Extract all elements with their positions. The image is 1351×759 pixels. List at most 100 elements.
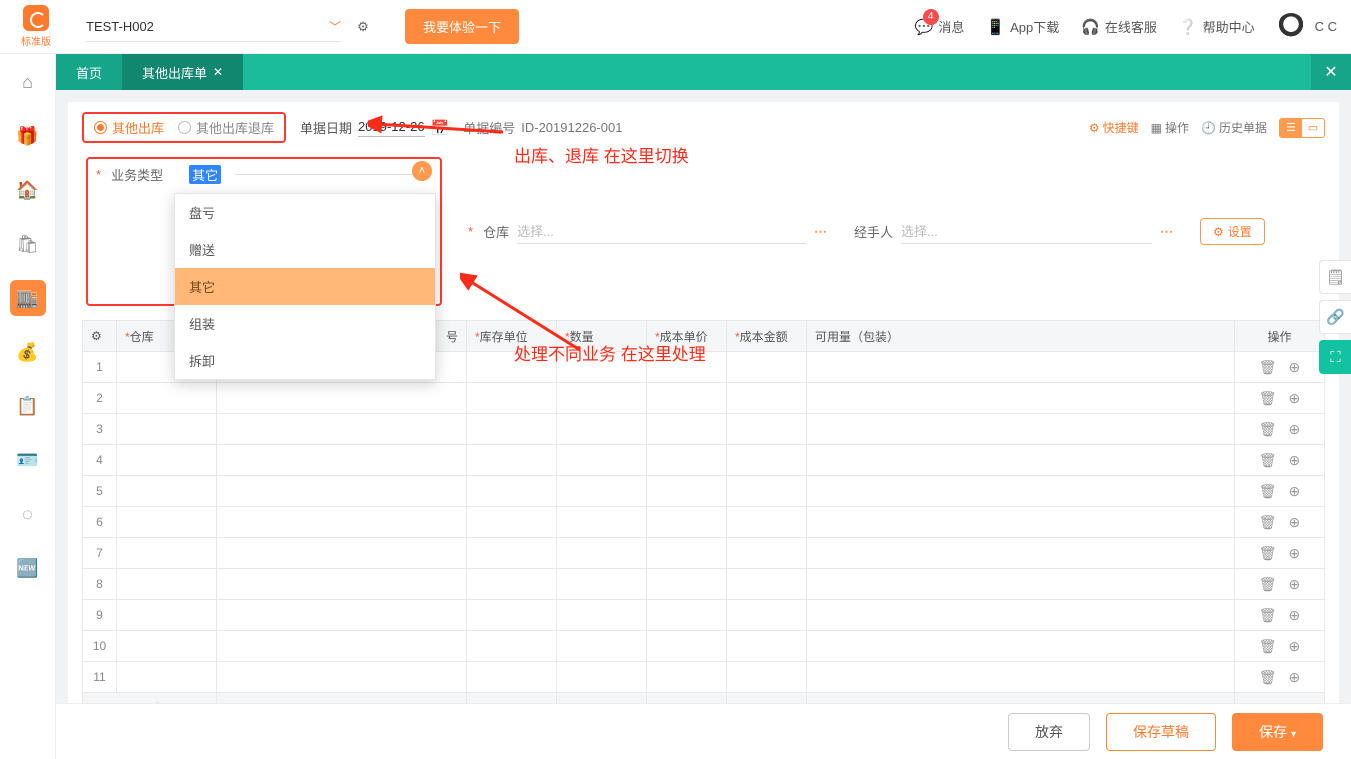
calendar-icon[interactable]: 📅	[431, 119, 450, 137]
delete-icon[interactable]: 🗑	[1259, 390, 1277, 407]
grid-gear-header[interactable]: ⚙	[83, 321, 117, 352]
add-row-icon[interactable]: ⊕	[1289, 483, 1301, 500]
required-mark: *	[96, 167, 101, 182]
table-row[interactable]: 3🗑⊕	[83, 414, 1325, 445]
dock-id[interactable]: 🪪	[10, 442, 46, 478]
top-header: 标准版 TEST-H002 ﹀ ⚙ 我要体验一下 💬 消息 4 📱 App下载 …	[0, 0, 1351, 54]
out-return-radio-group: 其他出库 其他出库退库	[82, 112, 286, 143]
table-row[interactable]: 7🗑⊕	[83, 538, 1325, 569]
settings-button[interactable]: ⚙ 设置	[1200, 218, 1265, 245]
add-row-icon[interactable]: ⊕	[1289, 669, 1301, 686]
add-row-icon[interactable]: ⊕	[1289, 638, 1301, 655]
handler-field[interactable]: 经手人 ⋯	[854, 220, 1174, 244]
close-all-tabs[interactable]: ✕	[1311, 54, 1351, 90]
dock-money[interactable]: 💰	[10, 334, 46, 370]
warehouse-field[interactable]: * 仓库 ⋯	[468, 220, 828, 244]
add-row-icon[interactable]: ⊕	[1289, 545, 1301, 562]
table-row[interactable]: 8🗑⊕	[83, 569, 1325, 600]
doc-date-label: 单据日期	[300, 118, 352, 137]
table-row[interactable]: 5🗑⊕	[83, 476, 1325, 507]
help-center-link[interactable]: ❔ 帮助中心	[1179, 17, 1255, 36]
col-qty: *数量	[557, 321, 647, 352]
messages-link[interactable]: 💬 消息 4	[915, 17, 965, 36]
table-row[interactable]: 10🗑⊕	[83, 631, 1325, 662]
header-right: 💬 消息 4 📱 App下载 🎧 在线客服 ❔ 帮助中心 C C	[915, 13, 1337, 41]
delete-icon[interactable]: 🗑	[1259, 359, 1277, 376]
table-row[interactable]: 6🗑⊕	[83, 507, 1325, 538]
float-link-button[interactable]: 🔗	[1319, 300, 1351, 334]
delete-icon[interactable]: 🗑	[1259, 545, 1277, 562]
dock-house[interactable]: 🏠	[10, 172, 46, 208]
dock-warehouse[interactable]: 🏬	[10, 280, 46, 316]
user-area[interactable]: C C	[1277, 13, 1337, 41]
dock-new[interactable]: 🆕	[10, 550, 46, 586]
table-row[interactable]: 9🗑⊕	[83, 600, 1325, 631]
online-service-link[interactable]: 🎧 在线客服	[1081, 17, 1157, 36]
delete-icon[interactable]: 🗑	[1259, 483, 1277, 500]
dock-bag[interactable]: 🛍	[10, 226, 46, 262]
add-row-icon[interactable]: ⊕	[1289, 421, 1301, 438]
chevron-up-icon[interactable]: ˄	[412, 161, 432, 181]
form-top: 其他出库 其他出库退库 单据日期 2019-12-26 📅 单据编号 ID-20…	[68, 102, 1339, 151]
delete-icon[interactable]: 🗑	[1259, 452, 1277, 469]
tab-strip: 首页 其他出库单 ✕ ✕	[56, 54, 1351, 90]
biz-type-option[interactable]: 组装	[175, 305, 435, 342]
view-toggle[interactable]: ☰ ▭	[1279, 118, 1325, 138]
gear-icon: ⚙	[1089, 121, 1100, 135]
tab-other-outbound[interactable]: 其他出库单 ✕	[122, 54, 243, 90]
brand: 标准版	[14, 5, 58, 48]
tab-active-label: 其他出库单	[142, 63, 207, 82]
more-icon[interactable]: ⋯	[814, 224, 828, 240]
biz-type-option[interactable]: 拆卸	[175, 342, 435, 379]
tenant-select[interactable]: TEST-H002 ﹀	[86, 12, 341, 42]
add-row-icon[interactable]: ⊕	[1289, 452, 1301, 469]
table-row[interactable]: 4🗑⊕	[83, 445, 1325, 476]
dock-gift[interactable]: 🎁	[10, 118, 46, 154]
delete-icon[interactable]: 🗑	[1259, 669, 1277, 686]
dock-home[interactable]: ⌂	[10, 64, 46, 100]
operate-link[interactable]: ▦操作	[1151, 119, 1189, 136]
add-row-icon[interactable]: ⊕	[1289, 390, 1301, 407]
settings-label: 设置	[1228, 223, 1252, 240]
dock-cycle[interactable]: ◌	[10, 496, 46, 532]
delete-icon[interactable]: 🗑	[1259, 638, 1277, 655]
biz-type-field[interactable]: * 业务类型 其它 ˄	[96, 165, 432, 184]
delete-icon[interactable]: 🗑	[1259, 514, 1277, 531]
view-card-icon[interactable]: ▭	[1302, 119, 1324, 137]
save-draft-button[interactable]: 保存草稿	[1106, 713, 1216, 751]
dock-clipboard[interactable]: 📋	[10, 388, 46, 424]
app-download-link[interactable]: 📱 App下载	[986, 17, 1059, 36]
radio-other-return[interactable]: 其他出库退库	[178, 118, 274, 137]
biz-type-option[interactable]: 其它	[175, 268, 435, 305]
gear-icon: ⚙	[1213, 225, 1224, 239]
save-button[interactable]: 保存▾	[1232, 713, 1323, 751]
biz-type-option[interactable]: 盘亏	[175, 194, 435, 231]
discard-button[interactable]: 放弃	[1008, 713, 1090, 751]
handler-input[interactable]	[901, 220, 1152, 244]
float-expand-button[interactable]: ⛶	[1319, 340, 1351, 374]
add-row-icon[interactable]: ⊕	[1289, 607, 1301, 624]
float-note-button[interactable]: 🗒	[1319, 260, 1351, 294]
trial-button[interactable]: 我要体验一下	[405, 9, 519, 44]
table-row[interactable]: 2🗑⊕	[83, 383, 1325, 414]
close-icon[interactable]: ✕	[213, 65, 223, 79]
delete-icon[interactable]: 🗑	[1259, 421, 1277, 438]
view-list-icon[interactable]: ☰	[1280, 119, 1302, 137]
history-link[interactable]: 🕘历史单据	[1201, 119, 1267, 136]
shortcut-link[interactable]: ⚙快捷键	[1089, 119, 1139, 136]
doc-date-value[interactable]: 2019-12-26	[358, 119, 425, 137]
service-label: 在线客服	[1105, 17, 1157, 36]
delete-icon[interactable]: 🗑	[1259, 576, 1277, 593]
radio-other-out[interactable]: 其他出库	[94, 118, 164, 137]
biz-type-option[interactable]: 赠送	[175, 231, 435, 268]
delete-icon[interactable]: 🗑	[1259, 607, 1277, 624]
shortcut-label: 快捷键	[1103, 119, 1139, 136]
add-row-icon[interactable]: ⊕	[1289, 514, 1301, 531]
tab-home[interactable]: 首页	[56, 54, 122, 90]
table-row[interactable]: 11🗑⊕	[83, 662, 1325, 693]
warehouse-input[interactable]	[517, 220, 806, 244]
more-icon[interactable]: ⋯	[1160, 224, 1174, 240]
settings-gear-button[interactable]: ⚙	[351, 19, 375, 35]
add-row-icon[interactable]: ⊕	[1289, 576, 1301, 593]
add-row-icon[interactable]: ⊕	[1289, 359, 1301, 376]
